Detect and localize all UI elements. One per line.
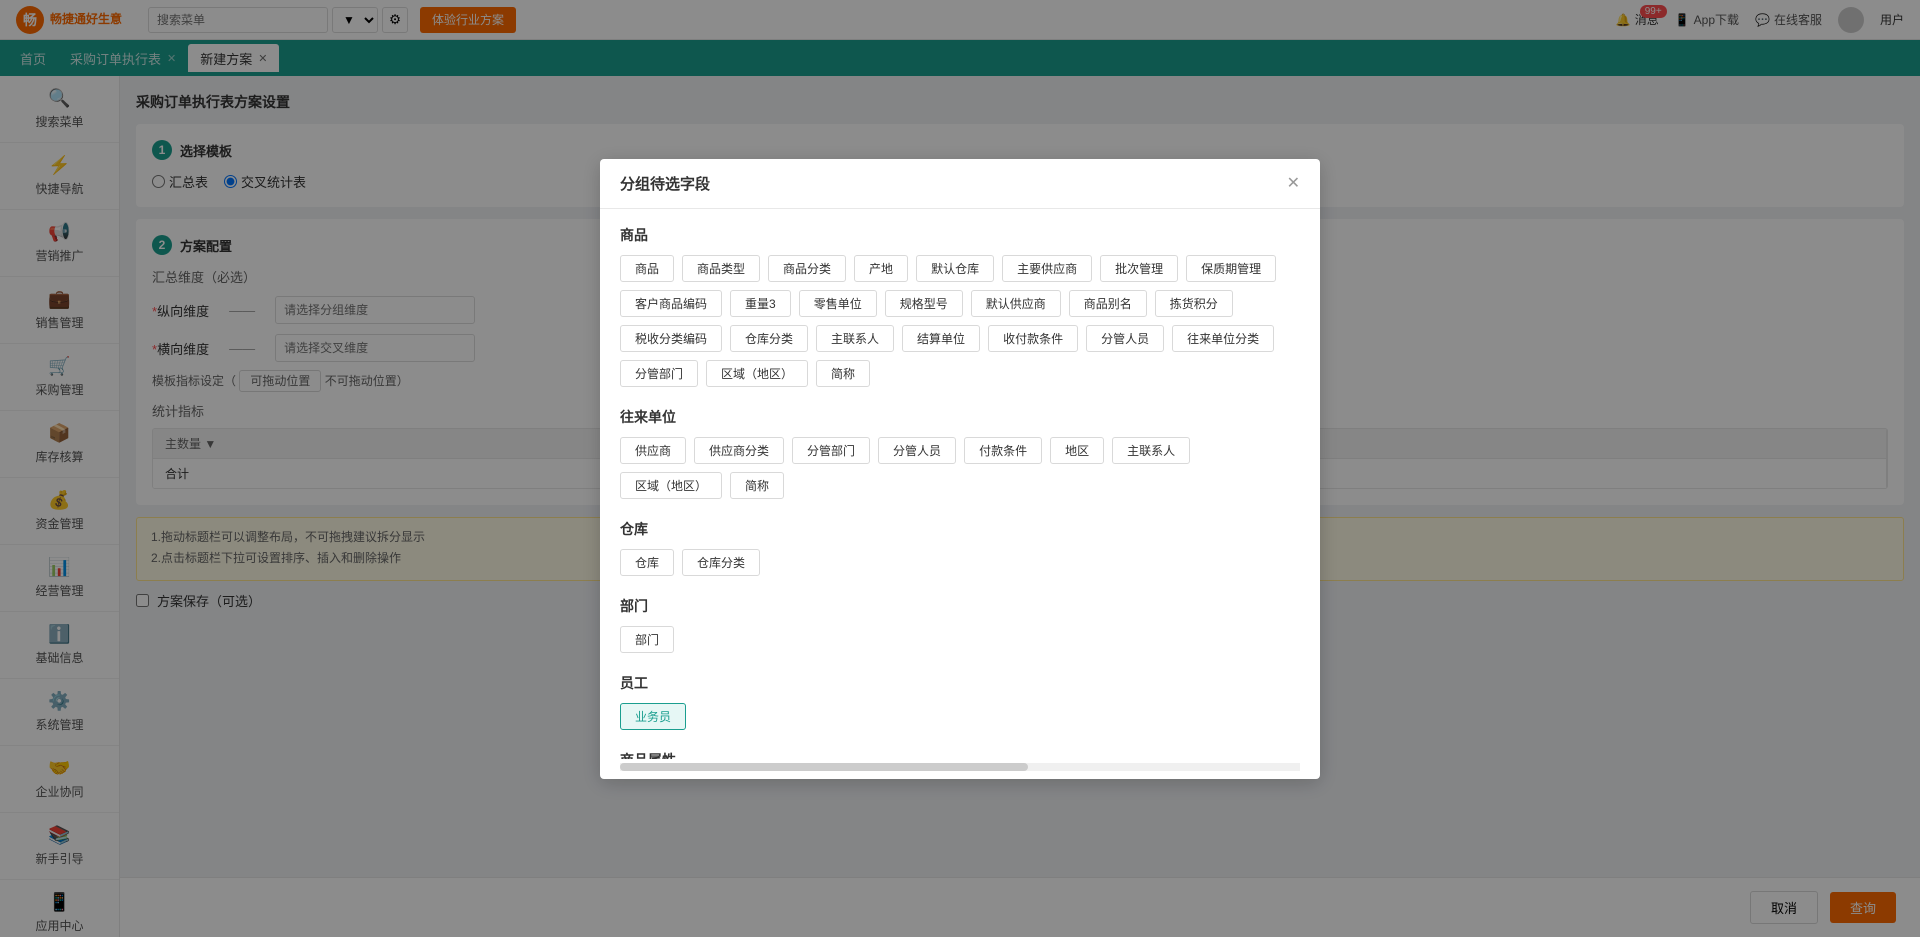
field-tag-supplier-category[interactable]: 供应商分类 — [694, 437, 784, 464]
field-section-product-attr: 商品属性 属性 颜色 多规格 尺码 鞋码 1 — [620, 750, 1300, 759]
field-tag-warehouse-category[interactable]: 仓库分类 — [730, 325, 808, 352]
modal-header: 分组待选字段 ✕ — [600, 159, 1320, 209]
field-tag-abbr2[interactable]: 简称 — [730, 472, 784, 499]
field-tag-supplier[interactable]: 供应商 — [620, 437, 686, 464]
modal-body: 商品 商品 商品类型 商品分类 产地 默认仓库 主要供应商 批次管理 保质期管理… — [600, 209, 1320, 759]
field-grid-product: 商品 商品类型 商品分类 产地 默认仓库 主要供应商 批次管理 保质期管理 客户… — [620, 255, 1300, 387]
modal-title: 分组待选字段 — [620, 173, 710, 194]
field-tag-area[interactable]: 地区 — [1050, 437, 1104, 464]
field-tag-customer-code[interactable]: 客户商品编码 — [620, 290, 722, 317]
field-tag-region-product[interactable]: 区域（地区） — [706, 360, 808, 387]
field-tag-product-alias[interactable]: 商品别名 — [1069, 290, 1147, 317]
field-tag-main-supplier[interactable]: 主要供应商 — [1002, 255, 1092, 282]
field-tag-warehouse[interactable]: 仓库 — [620, 549, 674, 576]
field-tag-department[interactable]: 部门 — [620, 626, 674, 653]
field-tag-retail-unit[interactable]: 零售单位 — [799, 290, 877, 317]
field-tag-main-contact2[interactable]: 主联系人 — [1112, 437, 1190, 464]
field-tag-default-supplier[interactable]: 默认供应商 — [971, 290, 1061, 317]
field-tag-product[interactable]: 商品 — [620, 255, 674, 282]
field-tag-payment-terms[interactable]: 收付款条件 — [988, 325, 1078, 352]
field-section-counterpart-title: 往来单位 — [620, 407, 1300, 427]
field-section-product-title: 商品 — [620, 225, 1300, 245]
field-tag-origin[interactable]: 产地 — [854, 255, 908, 282]
field-tag-payment-cond[interactable]: 付款条件 — [964, 437, 1042, 464]
field-tag-counterpart-category[interactable]: 往来单位分类 — [1172, 325, 1274, 352]
modal-hscroll-thumb[interactable] — [620, 763, 1028, 771]
field-grid-counterpart: 供应商 供应商分类 分管部门 分管人员 付款条件 地区 主联系人 区域（地区） … — [620, 437, 1300, 499]
field-section-warehouse-title: 仓库 — [620, 519, 1300, 539]
field-grid-warehouse: 仓库 仓库分类 — [620, 549, 1300, 576]
field-tag-default-warehouse[interactable]: 默认仓库 — [916, 255, 994, 282]
field-section-employee-title: 员工 — [620, 673, 1300, 693]
field-section-warehouse: 仓库 仓库 仓库分类 — [620, 519, 1300, 576]
field-tag-product-category[interactable]: 商品分类 — [768, 255, 846, 282]
field-section-employee: 员工 业务员 — [620, 673, 1300, 730]
field-tag-supervisor2[interactable]: 分管人员 — [878, 437, 956, 464]
field-tag-warehouse-cat[interactable]: 仓库分类 — [682, 549, 760, 576]
field-section-dept: 部门 部门 — [620, 596, 1300, 653]
field-tag-dept2[interactable]: 分管部门 — [792, 437, 870, 464]
field-tag-tax-code[interactable]: 税收分类编码 — [620, 325, 722, 352]
field-tag-settlement-unit[interactable]: 结算单位 — [902, 325, 980, 352]
field-section-product: 商品 商品 商品类型 商品分类 产地 默认仓库 主要供应商 批次管理 保质期管理… — [620, 225, 1300, 387]
field-tag-batch-mgmt[interactable]: 批次管理 — [1100, 255, 1178, 282]
field-grid-employee: 业务员 — [620, 703, 1300, 730]
field-tag-shelf-life[interactable]: 保质期管理 — [1186, 255, 1276, 282]
field-tag-main-contact[interactable]: 主联系人 — [816, 325, 894, 352]
field-tag-weight3[interactable]: 重量3 — [730, 290, 791, 317]
modal-dialog: 分组待选字段 ✕ 商品 商品 商品类型 商品分类 产地 默认仓库 主要供应商 批… — [600, 159, 1320, 779]
modal-close-button[interactable]: ✕ — [1287, 173, 1300, 193]
field-tag-pick-points[interactable]: 拣货积分 — [1155, 290, 1233, 317]
field-tag-supervisor[interactable]: 分管人员 — [1086, 325, 1164, 352]
field-tag-product-type[interactable]: 商品类型 — [682, 255, 760, 282]
field-grid-dept: 部门 — [620, 626, 1300, 653]
field-tag-dept[interactable]: 分管部门 — [620, 360, 698, 387]
modal-overlay[interactable]: 分组待选字段 ✕ 商品 商品 商品类型 商品分类 产地 默认仓库 主要供应商 批… — [0, 0, 1920, 937]
modal-hscroll[interactable] — [620, 763, 1300, 771]
field-tag-abbr-product[interactable]: 简称 — [816, 360, 870, 387]
field-tag-spec-model[interactable]: 规格型号 — [885, 290, 963, 317]
field-section-counterpart: 往来单位 供应商 供应商分类 分管部门 分管人员 付款条件 地区 主联系人 区域… — [620, 407, 1300, 499]
field-section-dept-title: 部门 — [620, 596, 1300, 616]
field-tag-region2[interactable]: 区域（地区） — [620, 472, 722, 499]
field-section-product-attr-title: 商品属性 — [620, 750, 1300, 759]
field-tag-salesperson[interactable]: 业务员 — [620, 703, 686, 730]
